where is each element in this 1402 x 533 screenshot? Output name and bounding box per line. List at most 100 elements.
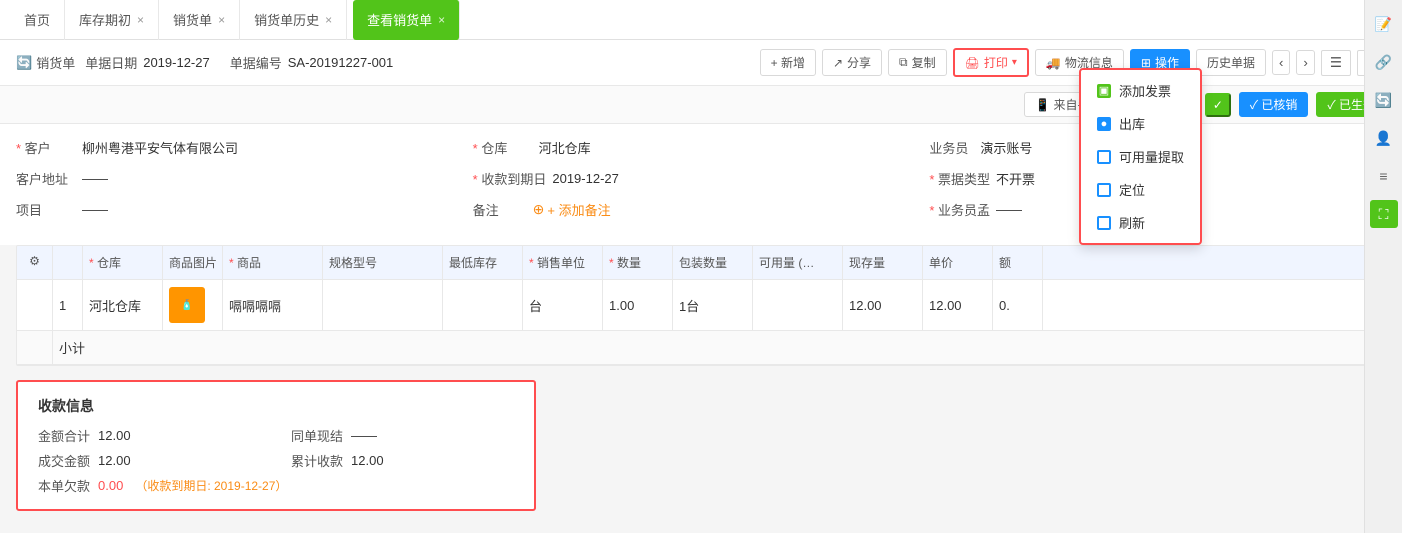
cell-image: 🧴	[163, 280, 223, 330]
toolbar-actions: + 新增 ↗ 分享 ⧉ 复制 🖨 打印 ▾ 🚚 物流信息 ⊞ 操作	[760, 48, 1386, 77]
cell-qty: 1.00	[603, 280, 673, 330]
tab-inventory-init[interactable]: 库存期初 ×	[65, 0, 159, 40]
checkmark-button[interactable]: ✓	[1205, 93, 1231, 117]
dropdown-refresh[interactable]: 刷新	[1081, 206, 1200, 239]
doc-type-label: 销货单	[36, 53, 75, 72]
tab-home[interactable]: 首页	[10, 0, 65, 40]
cumulative-payment-value: 12.00	[351, 453, 384, 468]
tab-sales-order-close[interactable]: ×	[218, 13, 225, 27]
doc-date-value: 2019-12-27	[143, 55, 210, 70]
list-view-button[interactable]: ☰	[1321, 50, 1351, 76]
doc-date-item: 单据日期 2019-12-27	[85, 53, 210, 72]
col-header-price: 单价	[923, 246, 993, 279]
tab-home-label: 首页	[24, 10, 50, 29]
new-button[interactable]: + 新增	[760, 49, 816, 76]
tab-sales-order[interactable]: 销货单 ×	[159, 0, 240, 40]
tab-sales-history-label: 销货单历史	[254, 10, 319, 29]
share-button-label: 分享	[847, 54, 871, 71]
sold-button[interactable]: ✓ 已核销	[1239, 92, 1309, 117]
sidebar-link-icon[interactable]: 🔗	[1370, 48, 1398, 76]
this-order-due-label: 本单欠款	[38, 476, 90, 495]
total-amount-row: 金额合计 12.00	[38, 426, 261, 445]
col-header-warehouse: 仓库	[83, 246, 163, 279]
logistics-icon: 🚚	[1046, 56, 1061, 70]
cell-spec	[323, 280, 443, 330]
list-view-icon: ☰	[1330, 55, 1342, 70]
effective-check-icon: ✓	[1327, 98, 1335, 112]
summary-box: 收款信息 金额合计 12.00 同单现结 —— 成交金额 12.00 累计收款 …	[16, 380, 536, 511]
doc-info: 单据日期 2019-12-27 单据编号 SA-20191227-001	[85, 53, 759, 72]
col-header-available: 可用量 (…	[753, 246, 843, 279]
summary-title: 收款信息	[38, 396, 514, 416]
print-dropdown-arrow: ▾	[1012, 57, 1017, 68]
col-header-qty: 数量	[603, 246, 673, 279]
doc-date-label: 单据日期	[85, 53, 137, 72]
col-header-image: 商品图片	[163, 246, 223, 279]
doc-number-value: SA-20191227-001	[288, 55, 394, 70]
tab-sales-history[interactable]: 销货单历史 ×	[240, 0, 347, 40]
tab-view-sales[interactable]: 查看销货单 ×	[353, 0, 460, 40]
product-table: ⚙ 仓库 商品图片 商品 规格型号 最低库存 销售单位 数量 包装数量 可用量 …	[16, 245, 1386, 366]
sidebar-expand-icon[interactable]: ⛶	[1370, 200, 1398, 228]
plus-icon: ⊕	[533, 201, 545, 218]
doc-icon-symbol: 🔄	[16, 55, 32, 71]
transaction-amount-label: 成交金额	[38, 451, 90, 470]
dropdown-outbound[interactable]: ● 出库	[1081, 107, 1200, 140]
address-value: ——	[82, 171, 108, 186]
sidebar-user-icon[interactable]: 👤	[1370, 124, 1398, 152]
col-header-unit: 销售单位	[523, 246, 603, 279]
tab-sales-history-close[interactable]: ×	[325, 13, 332, 27]
tab-inventory-init-label: 库存期初	[79, 10, 131, 29]
tab-inventory-init-close[interactable]: ×	[137, 13, 144, 27]
dropdown-locate[interactable]: 定位	[1081, 173, 1200, 206]
sidebar-list-icon[interactable]: ≡	[1370, 162, 1398, 190]
prev-icon: ‹	[1279, 55, 1283, 70]
refresh-icon	[1097, 216, 1111, 230]
copy-button[interactable]: ⧉ 复制	[888, 49, 947, 76]
sold-label: 已核销	[1261, 98, 1297, 112]
share-button[interactable]: ↗ 分享	[822, 49, 882, 76]
same-order-row: 同单现结 ——	[291, 426, 514, 445]
warehouse-value: 河北仓库	[539, 138, 591, 157]
next-button[interactable]: ›	[1296, 50, 1314, 75]
locate-icon	[1097, 183, 1111, 197]
locate-label: 定位	[1119, 180, 1145, 199]
cell-warehouse: 河北仓库	[83, 280, 163, 330]
total-amount-value: 12.00	[98, 428, 131, 443]
col-header-settings[interactable]: ⚙	[17, 246, 53, 279]
customer-label: 客户	[16, 138, 76, 157]
cell-stock: 12.00	[843, 280, 923, 330]
history-button-label: 历史单据	[1207, 54, 1255, 71]
doc-number-label: 单据编号	[230, 53, 282, 72]
print-button-label: 打印	[984, 54, 1008, 71]
copy-button-label: 复制	[912, 54, 936, 71]
sidebar-refresh-icon[interactable]: 🔄	[1370, 86, 1398, 114]
tab-bar: 首页 库存期初 × 销货单 × 销货单历史 × 查看销货单 × ×	[0, 0, 1402, 40]
new-button-label: + 新增	[771, 54, 805, 71]
add-note-link[interactable]: ⊕ + 添加备注	[533, 200, 611, 219]
cell-amount: 0.	[993, 280, 1043, 330]
subtotal-label: 小计	[53, 331, 1385, 364]
note-label: 备注	[473, 200, 533, 219]
dropdown-available-qty[interactable]: 可用量提取	[1081, 140, 1200, 173]
cumulative-payment-row: 累计收款 12.00	[291, 451, 514, 470]
outbound-icon: ●	[1097, 117, 1111, 131]
customer-value: 柳州粤港平安气体有限公司	[82, 138, 238, 157]
dropdown-add-invoice[interactable]: ▣ 添加发票	[1081, 74, 1200, 107]
cell-price: 12.00	[923, 280, 993, 330]
history-button[interactable]: 历史单据	[1196, 49, 1266, 76]
right-sidebar: 📝 🔗 🔄 👤 ≡ ⛶	[1364, 0, 1402, 533]
project-label: 项目	[16, 200, 76, 219]
cumulative-payment-label: 累计收款	[291, 451, 343, 470]
tab-view-sales-close[interactable]: ×	[438, 13, 445, 27]
prev-button[interactable]: ‹	[1272, 50, 1290, 75]
same-order-value: ——	[351, 428, 377, 443]
cell-min-stock	[443, 280, 523, 330]
sidebar-edit-icon[interactable]: 📝	[1370, 10, 1398, 38]
col-header-spec: 规格型号	[323, 246, 443, 279]
cell-settings	[17, 280, 53, 330]
salesperson-value: ——	[996, 202, 1022, 217]
print-button[interactable]: 🖨 打印 ▾	[953, 48, 1029, 77]
project-field: 项目 ——	[16, 200, 473, 219]
address-field: 客户地址 ——	[16, 169, 473, 188]
